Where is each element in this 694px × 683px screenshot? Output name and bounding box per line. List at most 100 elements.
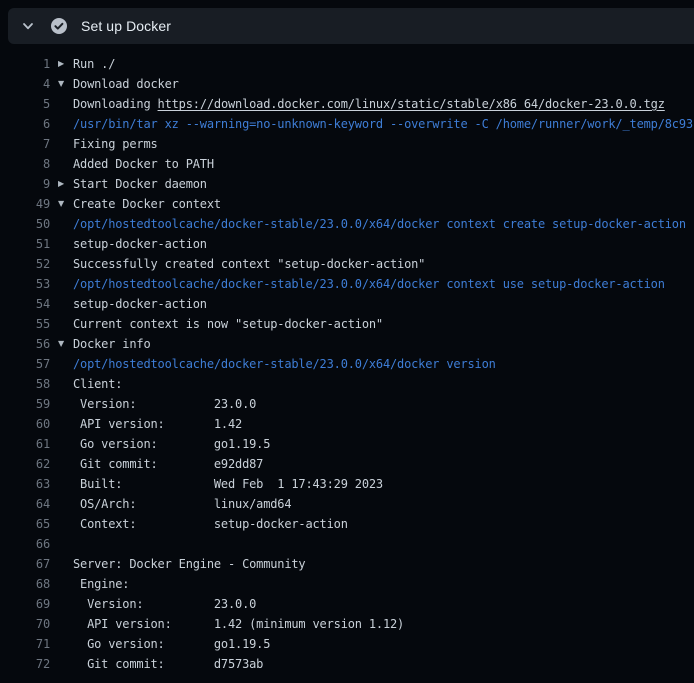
arrow-slot: [50, 414, 73, 434]
arrow-slot: [50, 114, 73, 134]
log-line-content: Built: Wed Feb 1 17:43:29 2023: [73, 474, 694, 494]
log-line: 8 Added Docker to PATH: [0, 154, 694, 174]
log-line: 68 Engine:: [0, 574, 694, 594]
log-group-header[interactable]: 49▼Create Docker context: [0, 194, 694, 214]
line-number[interactable]: 64: [0, 494, 50, 514]
log-line: 58 Client:: [0, 374, 694, 394]
line-number[interactable]: 57: [0, 354, 50, 374]
line-number[interactable]: 8: [0, 154, 50, 174]
line-number[interactable]: 53: [0, 274, 50, 294]
log-line-content: /usr/bin/tar xz --warning=no-unknown-key…: [73, 114, 694, 134]
line-number[interactable]: 69: [0, 594, 50, 614]
arrow-slot: [50, 134, 73, 154]
log-text: Context: setup-docker-action: [73, 517, 348, 531]
line-number[interactable]: 55: [0, 314, 50, 334]
log-line: 57/opt/hostedtoolcache/docker-stable/23.…: [0, 354, 694, 374]
log-line-content: [73, 534, 694, 554]
log-line: 70 API version: 1.42 (minimum version 1.…: [0, 614, 694, 634]
log-text: Added Docker to PATH: [73, 157, 214, 171]
line-number[interactable]: 9: [0, 174, 50, 194]
log-line-content: Successfully created context "setup-dock…: [73, 254, 694, 274]
arrow-slot: [50, 574, 73, 594]
arrow-slot: [50, 494, 73, 514]
log-text: Go version: go1.19.5: [73, 637, 270, 651]
line-number[interactable]: 59: [0, 394, 50, 414]
line-number[interactable]: 56: [0, 334, 50, 354]
arrow-slot: [50, 474, 73, 494]
log-text: API version: 1.42 (minimum version 1.12): [73, 617, 404, 631]
group-collapsed-icon: ▶: [50, 174, 73, 194]
log-line-content: Added Docker to PATH: [73, 154, 694, 174]
arrow-slot: [50, 294, 73, 314]
log-line-content: Engine:: [73, 574, 694, 594]
arrow-slot: [50, 394, 73, 414]
log-text: Successfully created context "setup-dock…: [73, 257, 425, 271]
line-number[interactable]: 1: [0, 54, 50, 74]
line-number[interactable]: 54: [0, 294, 50, 314]
line-number[interactable]: 65: [0, 514, 50, 534]
group-expanded-icon: ▼: [50, 334, 73, 354]
line-number[interactable]: 6: [0, 114, 50, 134]
log-line: 62 Git commit: e92dd87: [0, 454, 694, 474]
log-line: 51 setup-docker-action: [0, 234, 694, 254]
line-number[interactable]: 49: [0, 194, 50, 214]
line-number[interactable]: 62: [0, 454, 50, 474]
log-text: Downloading: [73, 97, 158, 111]
line-number[interactable]: 52: [0, 254, 50, 274]
log-group-header[interactable]: 9▶Start Docker daemon: [0, 174, 694, 194]
line-number[interactable]: 4: [0, 74, 50, 94]
line-number[interactable]: 63: [0, 474, 50, 494]
log-text: API version: 1.42: [73, 417, 242, 431]
line-number[interactable]: 67: [0, 554, 50, 574]
arrow-slot: [50, 554, 73, 574]
log-text: Go version: go1.19.5: [73, 437, 270, 451]
log-text: Git commit: e92dd87: [73, 457, 263, 471]
command-text: /opt/hostedtoolcache/docker-stable/23.0.…: [73, 217, 686, 231]
line-number[interactable]: 72: [0, 654, 50, 674]
line-number[interactable]: 68: [0, 574, 50, 594]
line-number[interactable]: 71: [0, 634, 50, 654]
log-line: 53/opt/hostedtoolcache/docker-stable/23.…: [0, 274, 694, 294]
log-link[interactable]: https://download.docker.com/linux/static…: [158, 97, 665, 111]
arrow-slot: [50, 534, 73, 554]
line-number[interactable]: 5: [0, 94, 50, 114]
arrow-slot: [50, 614, 73, 634]
log-group-header[interactable]: 4▼Download docker: [0, 74, 694, 94]
log-text: Git commit: d7573ab: [73, 657, 263, 671]
line-number[interactable]: 58: [0, 374, 50, 394]
arrow-slot: [50, 214, 73, 234]
line-number[interactable]: 60: [0, 414, 50, 434]
log-group-header[interactable]: 56▼Docker info: [0, 334, 694, 354]
log-text: setup-docker-action: [73, 297, 207, 311]
log-line: 55Current context is now "setup-docker-a…: [0, 314, 694, 334]
line-number[interactable]: 50: [0, 214, 50, 234]
group-collapsed-icon: ▶: [50, 54, 73, 74]
log-line-content: Client:: [73, 374, 694, 394]
log-line-content: setup-docker-action: [73, 294, 694, 314]
log-text: Fixing perms: [73, 137, 158, 151]
line-number[interactable]: 51: [0, 234, 50, 254]
step-header[interactable]: Set up Docker: [8, 8, 694, 44]
log-group-header[interactable]: 1▶Run ./: [0, 54, 694, 74]
log-text: Client:: [73, 377, 122, 391]
log-line: 65 Context: setup-docker-action: [0, 514, 694, 534]
log-line: 6/usr/bin/tar xz --warning=no-unknown-ke…: [0, 114, 694, 134]
arrow-slot: [50, 274, 73, 294]
arrow-slot: [50, 514, 73, 534]
line-number[interactable]: 61: [0, 434, 50, 454]
line-number[interactable]: 66: [0, 534, 50, 554]
log-text: Run ./: [73, 57, 115, 71]
line-number[interactable]: 7: [0, 134, 50, 154]
arrow-slot: [50, 154, 73, 174]
arrow-slot: [50, 454, 73, 474]
line-number[interactable]: 70: [0, 614, 50, 634]
log-line-content: Downloading https://download.docker.com/…: [73, 94, 694, 114]
log-line-content: setup-docker-action: [73, 234, 694, 254]
log-line-content: Git commit: e92dd87: [73, 454, 694, 474]
log-text: Start Docker daemon: [73, 177, 207, 191]
log-text: Create Docker context: [73, 197, 221, 211]
chevron-down-icon[interactable]: [21, 19, 35, 33]
log-line-content: Start Docker daemon: [73, 174, 694, 194]
log-line-content: API version: 1.42: [73, 414, 694, 434]
step-title: Set up Docker: [81, 18, 171, 34]
